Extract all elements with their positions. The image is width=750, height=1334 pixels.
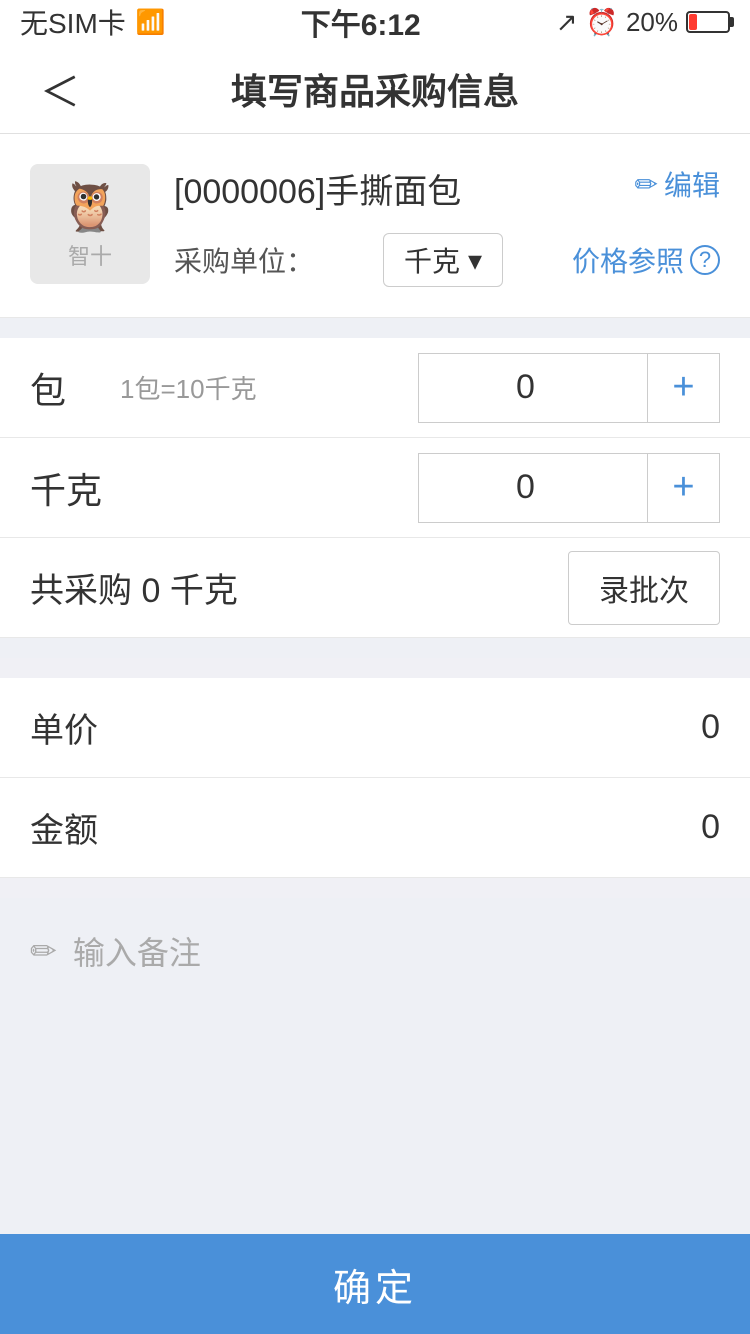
quantity-sublabel-bao: 1包=10千克 xyxy=(120,369,257,406)
summary-prefix: 共采购 xyxy=(30,572,132,610)
product-owl-icon: 🦉 xyxy=(60,178,120,235)
batch-button[interactable]: 录批次 xyxy=(568,551,720,625)
pencil-icon: ✏ xyxy=(30,932,57,970)
page-title: 填写商品采购信息 xyxy=(231,63,519,115)
wifi-icon: 📶 xyxy=(136,8,166,37)
product-section: 🦉 智十 [0000006]手撕面包 ✏ 编辑 采购单位： 千克 ▾ 价格参照 … xyxy=(0,134,750,318)
edit-label: 编辑 xyxy=(664,164,720,204)
amount-value: 0 xyxy=(701,808,720,847)
edit-icon: ✏ xyxy=(635,168,658,201)
quantity-row-kg: 千克 + xyxy=(0,438,750,538)
price-ref-label: 价格参照 xyxy=(572,240,684,280)
confirm-button[interactable]: 确定 xyxy=(0,1234,750,1334)
quantity-input-kg[interactable] xyxy=(418,453,648,523)
battery-percent: 20% xyxy=(626,7,678,38)
price-ref-button[interactable]: 价格参照 ? xyxy=(572,240,720,280)
product-info: [0000006]手撕面包 ✏ 编辑 采购单位： 千克 ▾ 价格参照 ? xyxy=(174,164,720,287)
unit-select[interactable]: 千克 ▾ xyxy=(383,233,503,287)
summary-value: 0 xyxy=(141,572,160,610)
section-divider-1 xyxy=(0,318,750,338)
product-name: [0000006]手撕面包 xyxy=(174,164,461,213)
product-image-label: 智十 xyxy=(68,239,112,271)
quantity-input-wrap-bao: + xyxy=(418,353,720,423)
quantity-row-bao: 包 1包=10千克 + xyxy=(0,338,750,438)
quantity-input-bao[interactable] xyxy=(418,353,648,423)
summary-text: 共采购 0 千克 xyxy=(30,563,238,612)
quantity-label-kg: 千克 xyxy=(30,462,110,514)
notes-placeholder: 输入备注 xyxy=(73,928,201,974)
amount-label: 金额 xyxy=(30,803,98,852)
unit-price-row: 单价 0 xyxy=(0,678,750,778)
amount-row: 金额 0 xyxy=(0,778,750,878)
quantity-section: 包 1包=10千克 + 千克 + 共采购 0 千克 录批次 xyxy=(0,338,750,638)
product-id: [0000006] xyxy=(174,173,325,211)
status-right: ↗ ⏰ 20% xyxy=(556,7,730,38)
product-image: 🦉 智十 xyxy=(30,164,150,284)
edit-button[interactable]: ✏ 编辑 xyxy=(635,164,720,204)
unit-label: 采购单位： xyxy=(174,240,314,280)
product-title: 手撕面包 xyxy=(325,173,461,211)
unit-price-value: 0 xyxy=(701,708,720,747)
product-unit-row: 采购单位： 千克 ▾ 价格参照 ? xyxy=(174,233,720,287)
confirm-label: 确定 xyxy=(333,1257,417,1312)
quantity-plus-kg[interactable]: + xyxy=(648,453,720,523)
status-bar: 无SIM卡 📶 下午6:12 ↗ ⏰ 20% xyxy=(0,0,750,44)
battery-icon xyxy=(686,11,730,33)
nav-bar: ＜ 填写商品采购信息 xyxy=(0,44,750,134)
price-section: 单价 0 金额 0 xyxy=(0,678,750,878)
quantity-plus-bao[interactable]: + xyxy=(648,353,720,423)
section-divider-2 xyxy=(0,638,750,658)
status-time: 下午6:12 xyxy=(301,0,421,44)
unit-value: 千克 xyxy=(404,240,460,280)
carrier-text: 无SIM卡 xyxy=(20,2,126,42)
summary-unit: 千克 xyxy=(170,572,238,610)
notes-section[interactable]: ✏ 输入备注 xyxy=(0,898,750,1004)
quantity-input-wrap-kg: + xyxy=(418,453,720,523)
help-icon: ? xyxy=(690,245,720,275)
alarm-icon: ⏰ xyxy=(586,7,618,38)
back-button[interactable]: ＜ xyxy=(30,50,90,128)
quantity-label-bao: 包 xyxy=(30,362,110,414)
summary-row: 共采购 0 千克 录批次 xyxy=(0,538,750,638)
dropdown-icon: ▾ xyxy=(468,244,482,277)
unit-price-label: 单价 xyxy=(30,703,98,752)
status-left: 无SIM卡 📶 xyxy=(20,2,166,42)
location-icon: ↗ xyxy=(556,7,578,38)
product-header: [0000006]手撕面包 ✏ 编辑 xyxy=(174,164,720,213)
